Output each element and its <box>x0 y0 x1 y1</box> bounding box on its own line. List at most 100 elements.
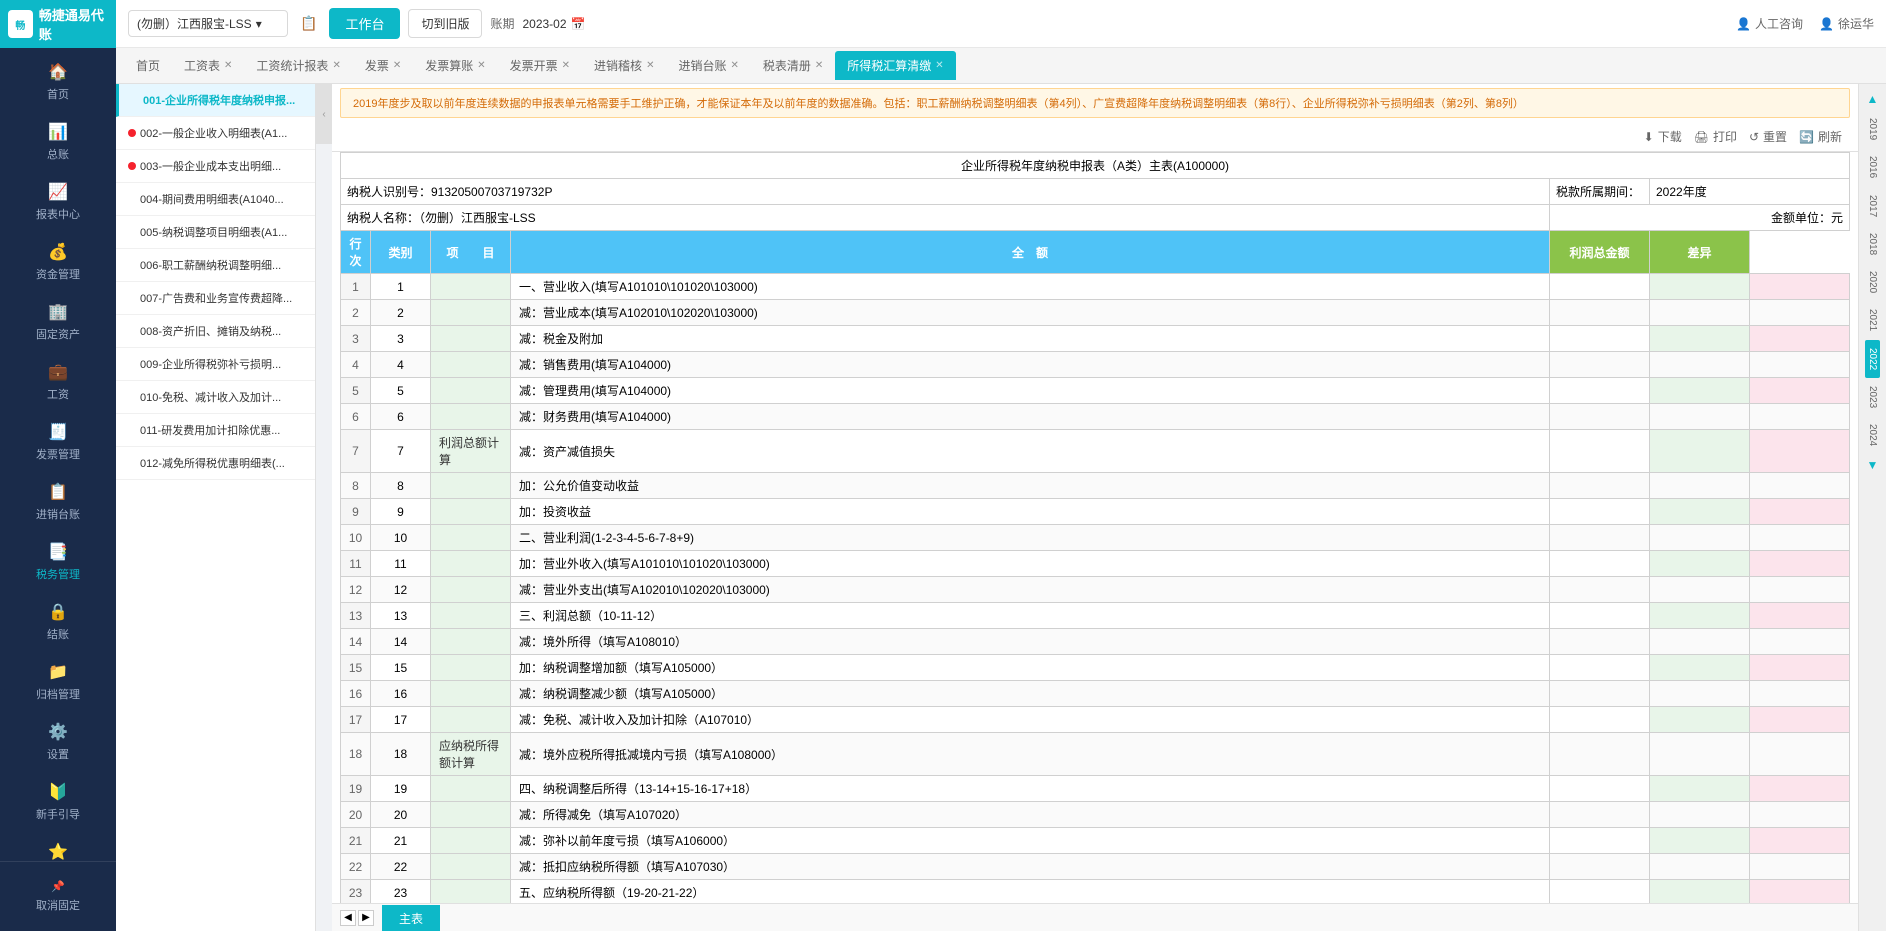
timeline-year-2020[interactable]: 2020 <box>1865 263 1880 301</box>
sidebar-item-guide[interactable]: 🔰新手引导 <box>0 772 116 832</box>
unpin-button[interactable]: 📌 取消固定 <box>4 872 112 921</box>
cell-diff[interactable] <box>1750 802 1850 828</box>
cell-amount[interactable] <box>1550 430 1650 473</box>
user-profile[interactable]: 👤 徐运华 <box>1819 15 1874 32</box>
sidebar-item-assets[interactable]: 🏢固定资产 <box>0 292 116 352</box>
nav-left-arrow[interactable]: ◀ <box>340 910 356 926</box>
cell-amount[interactable] <box>1550 300 1650 326</box>
cell-diff[interactable] <box>1750 274 1850 300</box>
left-panel-item-011[interactable]: 011-研发费用加计扣除优惠... <box>116 414 315 447</box>
refresh-button[interactable]: 🔄 刷新 <box>1799 128 1842 145</box>
tab-close-sales-ledger[interactable]: ✕ <box>646 60 654 71</box>
sheet-tab-main[interactable]: 主表 <box>382 905 440 931</box>
cell-profit-amount[interactable] <box>1650 577 1750 603</box>
cell-profit-amount[interactable] <box>1650 603 1750 629</box>
cell-amount[interactable] <box>1550 880 1650 904</box>
table-container[interactable]: 企业所得税年度纳税申报表（A类）主表(A100000)纳税人识别号：913205… <box>332 152 1858 903</box>
cell-amount[interactable] <box>1550 776 1650 802</box>
left-panel-item-005[interactable]: 005-纳税调整项目明细表(A1... <box>116 216 315 249</box>
cell-profit-amount[interactable] <box>1650 473 1750 499</box>
cell-diff[interactable] <box>1750 300 1850 326</box>
cell-amount[interactable] <box>1550 378 1650 404</box>
cell-amount[interactable] <box>1550 828 1650 854</box>
cell-diff[interactable] <box>1750 776 1850 802</box>
cell-profit-amount[interactable] <box>1650 274 1750 300</box>
timeline-year-2019[interactable]: 2019 <box>1865 110 1880 148</box>
left-panel-item-012[interactable]: 012-减免所得税优惠明细表(... <box>116 447 315 480</box>
left-panel-item-008[interactable]: 008-资产折旧、摊销及纳税... <box>116 315 315 348</box>
left-panel-item-010[interactable]: 010-免税、减计收入及加计... <box>116 381 315 414</box>
left-panel-item-003[interactable]: 003-一般企业成本支出明细... <box>116 150 315 183</box>
document-icon[interactable]: 📋 <box>296 11 321 36</box>
tab-close-invoice-calc[interactable]: ✕ <box>477 60 485 71</box>
cell-amount[interactable] <box>1550 577 1650 603</box>
print-button[interactable]: 🖨 打印 <box>1694 128 1737 145</box>
sidebar-item-ledger[interactable]: 📊总账 <box>0 112 116 172</box>
company-selector[interactable]: (勿删）江西服宝-LSS ▾ <box>128 10 288 37</box>
tab-sales-ledger[interactable]: 进销稽核✕ <box>582 51 666 80</box>
cell-diff[interactable] <box>1750 404 1850 430</box>
cell-profit-amount[interactable] <box>1650 499 1750 525</box>
timeline-year-2023[interactable]: 2023 <box>1865 378 1880 416</box>
reset-button[interactable]: ↺ 重置 <box>1749 128 1787 145</box>
cell-profit-amount[interactable] <box>1650 551 1750 577</box>
cell-amount[interactable] <box>1550 603 1650 629</box>
tab-tax-clear[interactable]: 税表清册✕ <box>751 51 835 80</box>
sidebar-item-fund[interactable]: 💰资金管理 <box>0 232 116 292</box>
sidebar-item-report[interactable]: 📈报表中心 <box>0 172 116 232</box>
cell-amount[interactable] <box>1550 404 1650 430</box>
cell-profit-amount[interactable] <box>1650 378 1750 404</box>
cell-profit-amount[interactable] <box>1650 802 1750 828</box>
timeline-year-2021[interactable]: 2021 <box>1865 301 1880 339</box>
cell-amount[interactable] <box>1550 854 1650 880</box>
sidebar-item-archive[interactable]: 📁归档管理 <box>0 652 116 712</box>
left-panel-item-007[interactable]: 007-广告费和业务宣传费超降... <box>116 282 315 315</box>
tab-invoice-open[interactable]: 发票开票✕ <box>498 51 582 80</box>
cell-profit-amount[interactable] <box>1650 525 1750 551</box>
tab-close-tax-clear[interactable]: ✕ <box>815 60 823 71</box>
cell-diff[interactable] <box>1750 525 1850 551</box>
cell-diff[interactable] <box>1750 733 1850 776</box>
tab-close-salary[interactable]: ✕ <box>224 60 232 71</box>
cell-amount[interactable] <box>1550 274 1650 300</box>
left-panel-item-006[interactable]: 006-职工薪酬纳税调整明细... <box>116 249 315 282</box>
timeline-year-2017[interactable]: 2017 <box>1865 187 1880 225</box>
cell-amount[interactable] <box>1550 655 1650 681</box>
cell-amount[interactable] <box>1550 551 1650 577</box>
cell-amount[interactable] <box>1550 681 1650 707</box>
sidebar-item-salary[interactable]: 💼工资 <box>0 352 116 412</box>
tab-tax-calc[interactable]: 所得税汇算清缴✕ <box>835 51 955 80</box>
cell-diff[interactable] <box>1750 352 1850 378</box>
tab-invoice-calc[interactable]: 发票算账✕ <box>413 51 497 80</box>
cell-diff[interactable] <box>1750 880 1850 904</box>
cell-diff[interactable] <box>1750 681 1850 707</box>
cell-profit-amount[interactable] <box>1650 828 1750 854</box>
cell-profit-amount[interactable] <box>1650 404 1750 430</box>
cell-profit-amount[interactable] <box>1650 733 1750 776</box>
cell-amount[interactable] <box>1550 525 1650 551</box>
timeline-year-2022[interactable]: 2022 <box>1865 340 1880 378</box>
sidebar-item-settings[interactable]: ⚙️设置 <box>0 712 116 772</box>
cell-amount[interactable] <box>1550 326 1650 352</box>
tab-close-invoice-mgr[interactable]: ✕ <box>393 60 401 71</box>
timeline-year-2024[interactable]: 2024 <box>1865 416 1880 454</box>
cell-diff[interactable] <box>1750 499 1850 525</box>
tab-home[interactable]: 首页 <box>124 51 172 80</box>
cell-diff[interactable] <box>1750 551 1850 577</box>
tab-close-sales-account[interactable]: ✕ <box>730 60 738 71</box>
cell-profit-amount[interactable] <box>1650 880 1750 904</box>
cell-profit-amount[interactable] <box>1650 707 1750 733</box>
workbench-button[interactable]: 工作台 <box>329 8 400 39</box>
cell-diff[interactable] <box>1750 378 1850 404</box>
switch-version-button[interactable]: 切到旧版 <box>408 9 482 38</box>
cell-amount[interactable] <box>1550 733 1650 776</box>
timeline-up-arrow[interactable]: ▲ <box>1863 88 1883 110</box>
cell-amount[interactable] <box>1550 707 1650 733</box>
cell-diff[interactable] <box>1750 577 1850 603</box>
cell-amount[interactable] <box>1550 629 1650 655</box>
nav-right-arrow[interactable]: ▶ <box>358 910 374 926</box>
left-panel-item-004[interactable]: 004-期间费用明细表(A1040... <box>116 183 315 216</box>
cell-profit-amount[interactable] <box>1650 854 1750 880</box>
cell-amount[interactable] <box>1550 473 1650 499</box>
cell-amount[interactable] <box>1550 352 1650 378</box>
